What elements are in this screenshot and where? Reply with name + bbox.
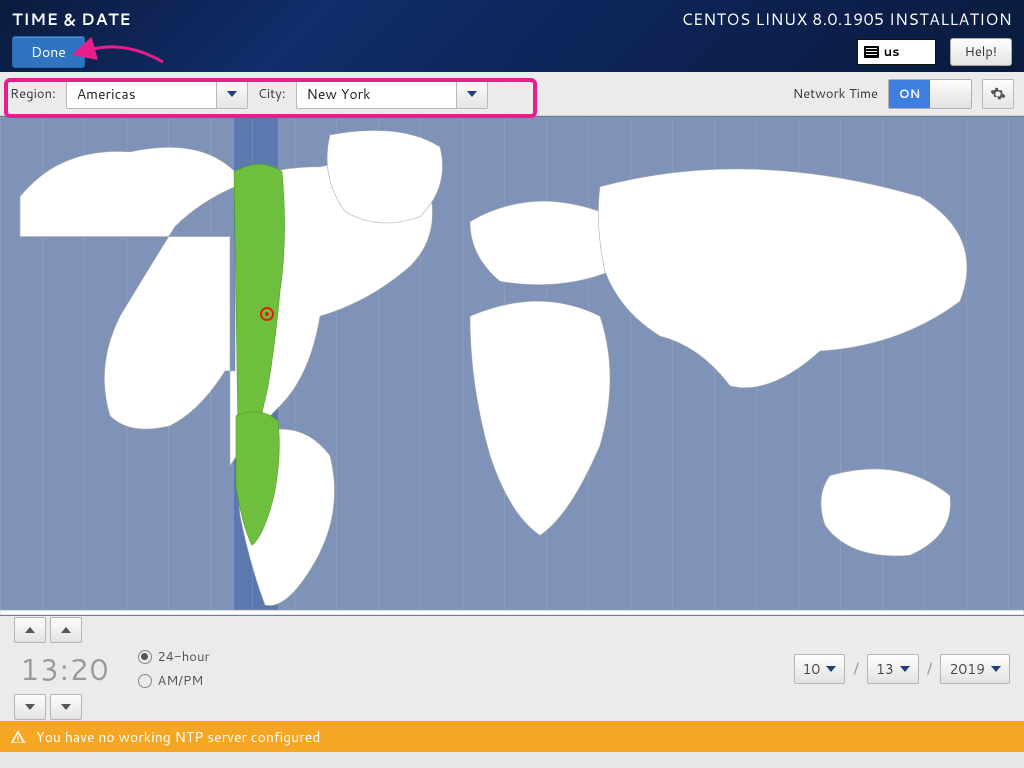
notification-bar: You have no working NTP server configure… (0, 721, 1024, 752)
minutes-up-button[interactable] (50, 617, 82, 643)
chevron-up-icon (61, 627, 71, 633)
keyboard-layout-text: us (884, 43, 900, 61)
radio-icon (138, 650, 152, 664)
network-time-label: Network Time (793, 85, 878, 103)
region-select[interactable]: Americas (66, 79, 248, 109)
radio-icon (138, 674, 152, 688)
help-button[interactable]: Help! (950, 38, 1012, 66)
chevron-up-icon (25, 627, 35, 633)
date-separator: / (927, 657, 933, 680)
city-select[interactable]: New York (296, 79, 488, 109)
city-label: City: (258, 85, 286, 103)
chevron-down-icon (467, 91, 477, 97)
hours-value: 13 (20, 647, 60, 690)
page-title: TIME & DATE (12, 8, 131, 31)
world-map (0, 117, 1024, 615)
done-button[interactable]: Done (12, 36, 85, 68)
region-dropdown-button[interactable] (216, 79, 248, 109)
month-select[interactable]: 10 (794, 654, 846, 684)
day-select[interactable]: 13 (867, 654, 919, 684)
city-value: New York (296, 79, 456, 109)
chevron-down-icon (991, 666, 1001, 672)
city-dropdown-button[interactable] (456, 79, 488, 109)
notification-text: You have no working NTP server configure… (36, 727, 320, 747)
year-select[interactable]: 2019 (940, 654, 1010, 684)
date-group: 10 / 13 / 2019 (794, 654, 1010, 684)
hours-spinner: 13:20 (14, 617, 116, 720)
chevron-down-icon (826, 666, 836, 672)
date-separator: / (853, 657, 859, 680)
format-ampm-radio[interactable]: AM/PM (138, 672, 210, 690)
chevron-down-icon (25, 704, 35, 710)
gear-icon (990, 86, 1006, 102)
warning-icon (10, 729, 26, 745)
format-ampm-label: AM/PM (158, 672, 204, 690)
header: TIME & DATE CENTOS LINUX 8.0.1905 INSTAL… (0, 0, 1024, 72)
toolbar: Region: Americas City: New York Network … (0, 72, 1024, 116)
chevron-down-icon (61, 704, 71, 710)
format-24-hour-radio[interactable]: 24-hour (138, 648, 210, 666)
time-format-group: 24-hour AM/PM (138, 648, 210, 690)
keyboard-layout-indicator[interactable]: us (857, 39, 936, 65)
time-display: 13:20 (14, 647, 116, 690)
keyboard-icon (864, 46, 879, 58)
format-24-hour-label: 24-hour (158, 648, 210, 666)
minutes-value: 20 (69, 647, 109, 690)
network-time-switch[interactable]: ON (888, 79, 972, 109)
chevron-down-icon (227, 91, 237, 97)
selected-city-marker (260, 307, 274, 321)
day-value: 13 (876, 659, 894, 679)
month-value: 10 (803, 659, 821, 679)
switch-handle (930, 80, 971, 108)
switch-on-label: ON (889, 80, 930, 108)
timezone-map[interactable] (0, 116, 1024, 616)
region-label: Region: (10, 85, 56, 103)
network-time-settings-button[interactable] (982, 79, 1014, 109)
chevron-down-icon (900, 666, 910, 672)
region-value: Americas (66, 79, 216, 109)
hours-up-button[interactable] (14, 617, 46, 643)
year-value: 2019 (949, 659, 985, 679)
time-date-panel: 13:20 24-hour AM/PM 10 / 13 / 2019 (0, 616, 1024, 721)
installer-title: CENTOS LINUX 8.0.1905 INSTALLATION (681, 8, 1012, 31)
minutes-down-button[interactable] (50, 694, 82, 720)
hours-down-button[interactable] (14, 694, 46, 720)
